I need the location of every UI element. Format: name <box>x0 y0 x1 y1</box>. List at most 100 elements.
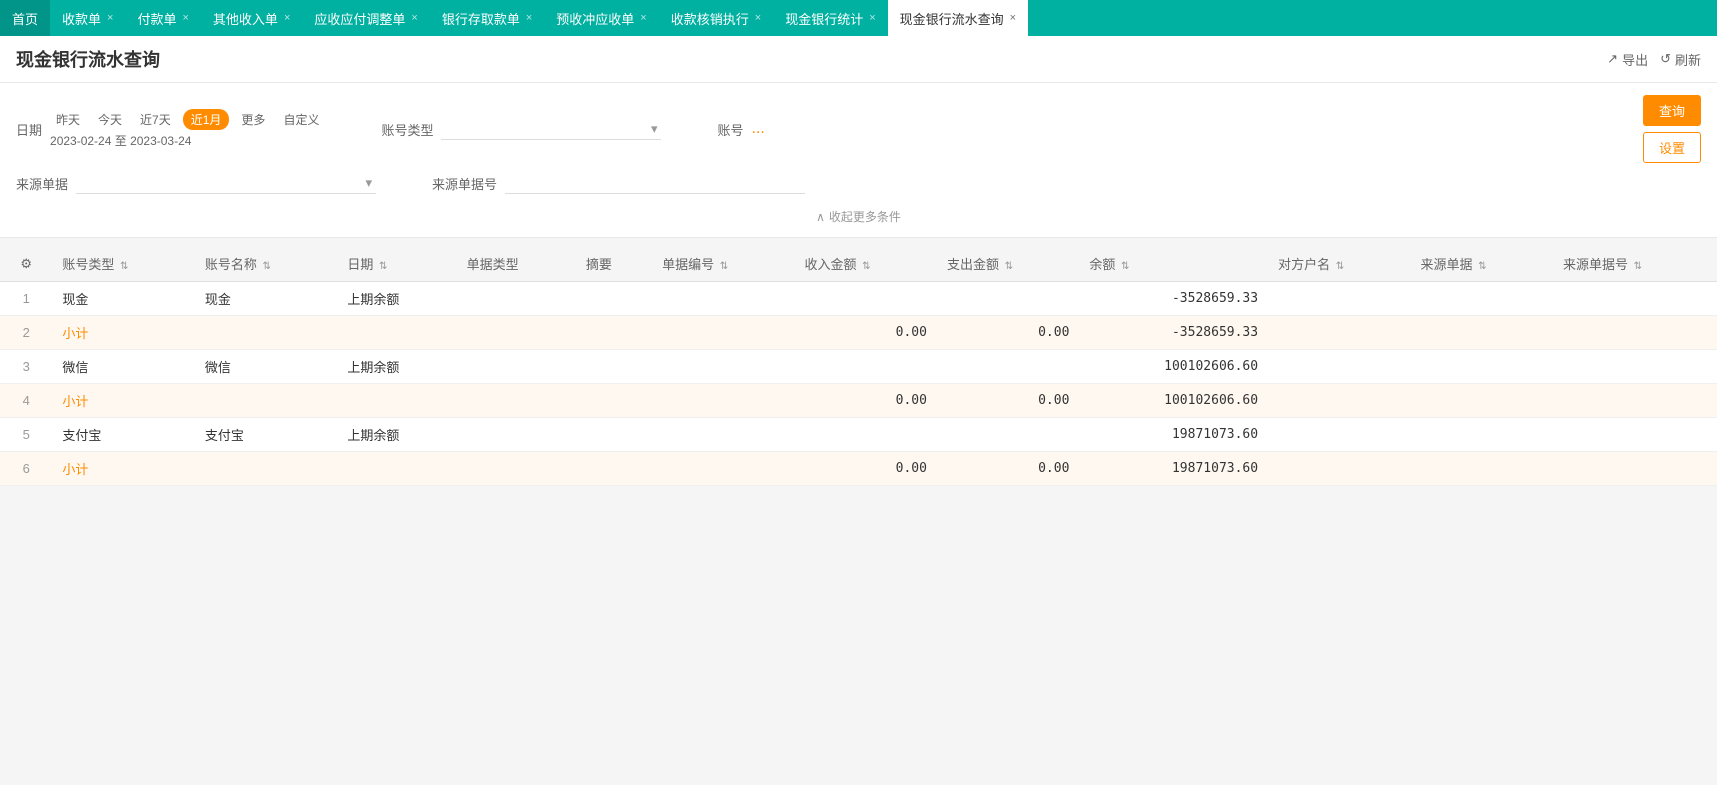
table-row: 3微信微信上期余额100102606.60 <box>0 350 1717 384</box>
th-date[interactable]: 日期 ⇅ <box>337 246 456 282</box>
cell-doc_type <box>457 418 576 452</box>
cell-counterparty <box>1268 350 1410 384</box>
close-icon[interactable]: × <box>755 12 761 24</box>
close-icon[interactable]: × <box>284 12 290 24</box>
page-header: 现金银行流水查询 ↗ 导出 ↺ 刷新 <box>0 36 1717 83</box>
refresh-button[interactable]: ↺ 刷新 <box>1660 50 1701 69</box>
th-account-type[interactable]: 账号类型 ⇅ <box>52 246 194 282</box>
cell-expense: 0.00 <box>937 316 1079 350</box>
source-doc-no-input[interactable] <box>505 174 805 194</box>
source-doc-select[interactable]: ▾ <box>76 173 376 194</box>
row-num: 1 <box>0 282 52 316</box>
filter-row-2: 来源单据 ▾ 来源单据号 <box>16 173 1701 194</box>
cell-source_doc <box>1411 316 1553 350</box>
date-btn-7days[interactable]: 近7天 <box>134 109 177 130</box>
top-nav: 首页 收款单 × 付款单 × 其他收入单 × 应收应付调整单 × 银行存取款单 … <box>0 0 1717 36</box>
date-btn-yesterday[interactable]: 昨天 <box>50 109 86 130</box>
sort-icon: ⇅ <box>1478 261 1486 272</box>
cell-expense <box>937 418 1079 452</box>
cell-account_type: 支付宝 <box>52 418 194 452</box>
page-title: 现金银行流水查询 <box>16 46 160 72</box>
query-button[interactable]: 查询 <box>1643 95 1701 126</box>
cell-income: 0.00 <box>795 316 937 350</box>
date-btn-more[interactable]: 更多 <box>235 109 271 130</box>
main-table: ⚙ 账号类型 ⇅ 账号名称 ⇅ 日期 ⇅ 单据类型 摘要 单据编号 ⇅ 收入金额… <box>0 246 1717 486</box>
settings-button[interactable]: 设置 <box>1643 132 1701 163</box>
date-filter: 日期 昨天 今天 近7天 近1月 更多 自定义 2023-02-24 至 202… <box>16 109 325 149</box>
close-icon[interactable]: × <box>869 12 875 24</box>
chevron-down-icon-2: ▾ <box>365 175 372 191</box>
close-icon[interactable]: × <box>411 12 417 24</box>
date-label: 日期 <box>16 120 42 139</box>
sort-icon: ⇅ <box>120 261 128 272</box>
th-summary: 摘要 <box>576 246 652 282</box>
date-btn-1month[interactable]: 近1月 <box>183 109 230 130</box>
row-num: 2 <box>0 316 52 350</box>
nav-tab-prepaid[interactable]: 预收冲应收单 × <box>544 0 658 36</box>
date-btn-today[interactable]: 今天 <box>92 109 128 130</box>
gear-icon[interactable]: ⚙ <box>20 256 32 271</box>
nav-tab-collection[interactable]: 收款核销执行 × <box>659 0 773 36</box>
nav-tab-adjustment[interactable]: 应收应付调整单 × <box>302 0 429 36</box>
th-income[interactable]: 收入金额 ⇅ <box>795 246 937 282</box>
date-btn-custom[interactable]: 自定义 <box>277 109 325 130</box>
cell-doc_no <box>652 316 794 350</box>
cell-source_doc_no <box>1553 282 1717 316</box>
cell-doc_type <box>457 350 576 384</box>
cell-balance: 19871073.60 <box>1079 418 1268 452</box>
th-account-name[interactable]: 账号名称 ⇅ <box>195 246 337 282</box>
close-icon[interactable]: × <box>1010 12 1016 24</box>
cell-account_type: 小计 <box>52 384 194 418</box>
cell-income: 0.00 <box>795 452 937 486</box>
nav-tab-fukuan[interactable]: 付款单 × <box>125 0 200 36</box>
cell-account_name: 现金 <box>195 282 337 316</box>
table-row: 4小计0.000.00100102606.60 <box>0 384 1717 418</box>
cell-date: 上期余额 <box>337 418 456 452</box>
filter-area: 日期 昨天 今天 近7天 近1月 更多 自定义 2023-02-24 至 202… <box>0 83 1717 238</box>
nav-tab-other-income[interactable]: 其他收入单 × <box>201 0 302 36</box>
table-row: 5支付宝支付宝上期余额19871073.60 <box>0 418 1717 452</box>
th-balance[interactable]: 余额 ⇅ <box>1079 246 1268 282</box>
account-type-select[interactable]: ▾ <box>441 119 661 140</box>
cell-account_name <box>195 452 337 486</box>
filter-row-1: 日期 昨天 今天 近7天 近1月 更多 自定义 2023-02-24 至 202… <box>16 95 1701 163</box>
export-button[interactable]: ↗ 导出 <box>1607 50 1648 69</box>
nav-home[interactable]: 首页 <box>0 0 50 36</box>
th-source-doc-no[interactable]: 来源单据号 ⇅ <box>1553 246 1717 282</box>
account-type-filter: 账号类型 ▾ <box>381 119 661 140</box>
th-expense[interactable]: 支出金额 ⇅ <box>937 246 1079 282</box>
sort-icon: ⇅ <box>720 261 728 272</box>
source-doc-filter: 来源单据 ▾ <box>16 173 376 194</box>
nav-tab-bank-deposit[interactable]: 银行存取款单 × <box>430 0 544 36</box>
cell-income <box>795 418 937 452</box>
th-source-doc[interactable]: 来源单据 ⇅ <box>1411 246 1553 282</box>
collapse-bar[interactable]: ∧ 收起更多条件 <box>16 204 1701 225</box>
sort-icon: ⇅ <box>1005 261 1013 272</box>
th-doc-type: 单据类型 <box>457 246 576 282</box>
close-icon[interactable]: × <box>640 12 646 24</box>
nav-tab-cash-flow[interactable]: 现金银行流水查询 × <box>888 0 1028 36</box>
th-gear[interactable]: ⚙ <box>0 246 52 282</box>
sort-icon: ⇅ <box>1634 261 1642 272</box>
close-icon[interactable]: × <box>526 12 532 24</box>
cell-counterparty <box>1268 452 1410 486</box>
table-header-row: ⚙ 账号类型 ⇅ 账号名称 ⇅ 日期 ⇅ 单据类型 摘要 单据编号 ⇅ 收入金额… <box>0 246 1717 282</box>
cell-source_doc <box>1411 452 1553 486</box>
account-dots[interactable]: ... <box>751 120 764 138</box>
cell-source_doc_no <box>1553 452 1717 486</box>
cell-account_type: 小计 <box>52 316 194 350</box>
account-type-label: 账号类型 <box>381 120 433 139</box>
cell-summary <box>576 418 652 452</box>
close-icon[interactable]: × <box>107 12 113 24</box>
cell-source_doc <box>1411 384 1553 418</box>
th-doc-no[interactable]: 单据编号 ⇅ <box>652 246 794 282</box>
cell-summary <box>576 316 652 350</box>
cell-balance: 100102606.60 <box>1079 384 1268 418</box>
row-num: 3 <box>0 350 52 384</box>
cell-date <box>337 452 456 486</box>
cell-account_name: 微信 <box>195 350 337 384</box>
nav-tab-shoukuan[interactable]: 收款单 × <box>50 0 125 36</box>
close-icon[interactable]: × <box>182 12 188 24</box>
nav-tab-cash-stats[interactable]: 现金银行统计 × <box>773 0 887 36</box>
th-counterparty[interactable]: 对方户名 ⇅ <box>1268 246 1410 282</box>
